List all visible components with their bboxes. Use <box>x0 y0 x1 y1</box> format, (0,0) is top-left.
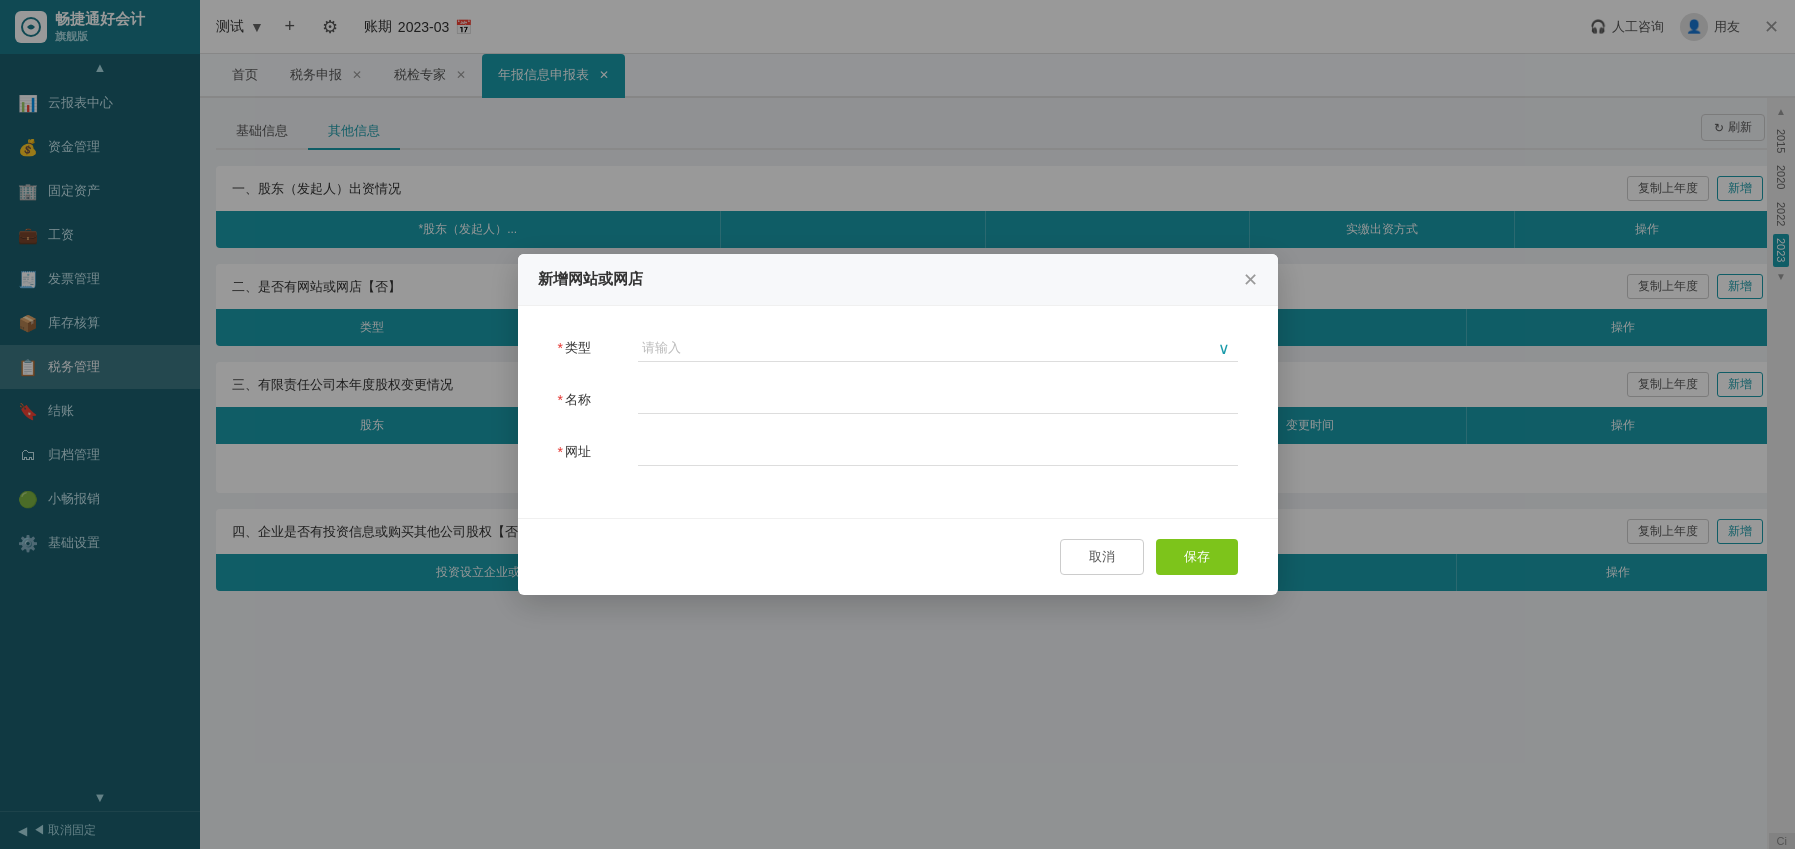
field-name-text: 名称 <box>565 391 591 409</box>
dialog-overlay[interactable]: 新增网站或网店 ✕ * 类型 ∨ * 名称 <box>0 0 1795 849</box>
dialog-add-website: 新增网站或网店 ✕ * 类型 ∨ * 名称 <box>518 254 1278 595</box>
field-name: * 名称 <box>558 386 1238 414</box>
required-mark-url: * <box>558 444 563 460</box>
field-name-input-wrap <box>638 386 1238 414</box>
field-url: * 网址 <box>558 438 1238 466</box>
field-type-text: 类型 <box>565 339 591 357</box>
field-url-label: * 网址 <box>558 443 638 461</box>
cancel-button[interactable]: 取消 <box>1060 539 1144 575</box>
dialog-close-btn[interactable]: ✕ <box>1243 271 1258 289</box>
required-mark-type: * <box>558 340 563 356</box>
type-input[interactable] <box>638 334 1238 362</box>
required-mark-name: * <box>558 392 563 408</box>
save-button[interactable]: 保存 <box>1156 539 1238 575</box>
dialog-footer: 取消 保存 <box>518 518 1278 595</box>
url-input[interactable] <box>638 438 1238 466</box>
field-url-text: 网址 <box>565 443 591 461</box>
dialog-body: * 类型 ∨ * 名称 <box>518 306 1278 518</box>
field-url-input-wrap <box>638 438 1238 466</box>
field-type-input-wrap: ∨ <box>638 334 1238 362</box>
field-type: * 类型 ∨ <box>558 334 1238 362</box>
field-type-label: * 类型 <box>558 339 638 357</box>
dialog-header: 新增网站或网店 ✕ <box>518 254 1278 306</box>
dialog-title: 新增网站或网店 <box>538 270 643 289</box>
name-input[interactable] <box>638 386 1238 414</box>
field-name-label: * 名称 <box>558 391 638 409</box>
